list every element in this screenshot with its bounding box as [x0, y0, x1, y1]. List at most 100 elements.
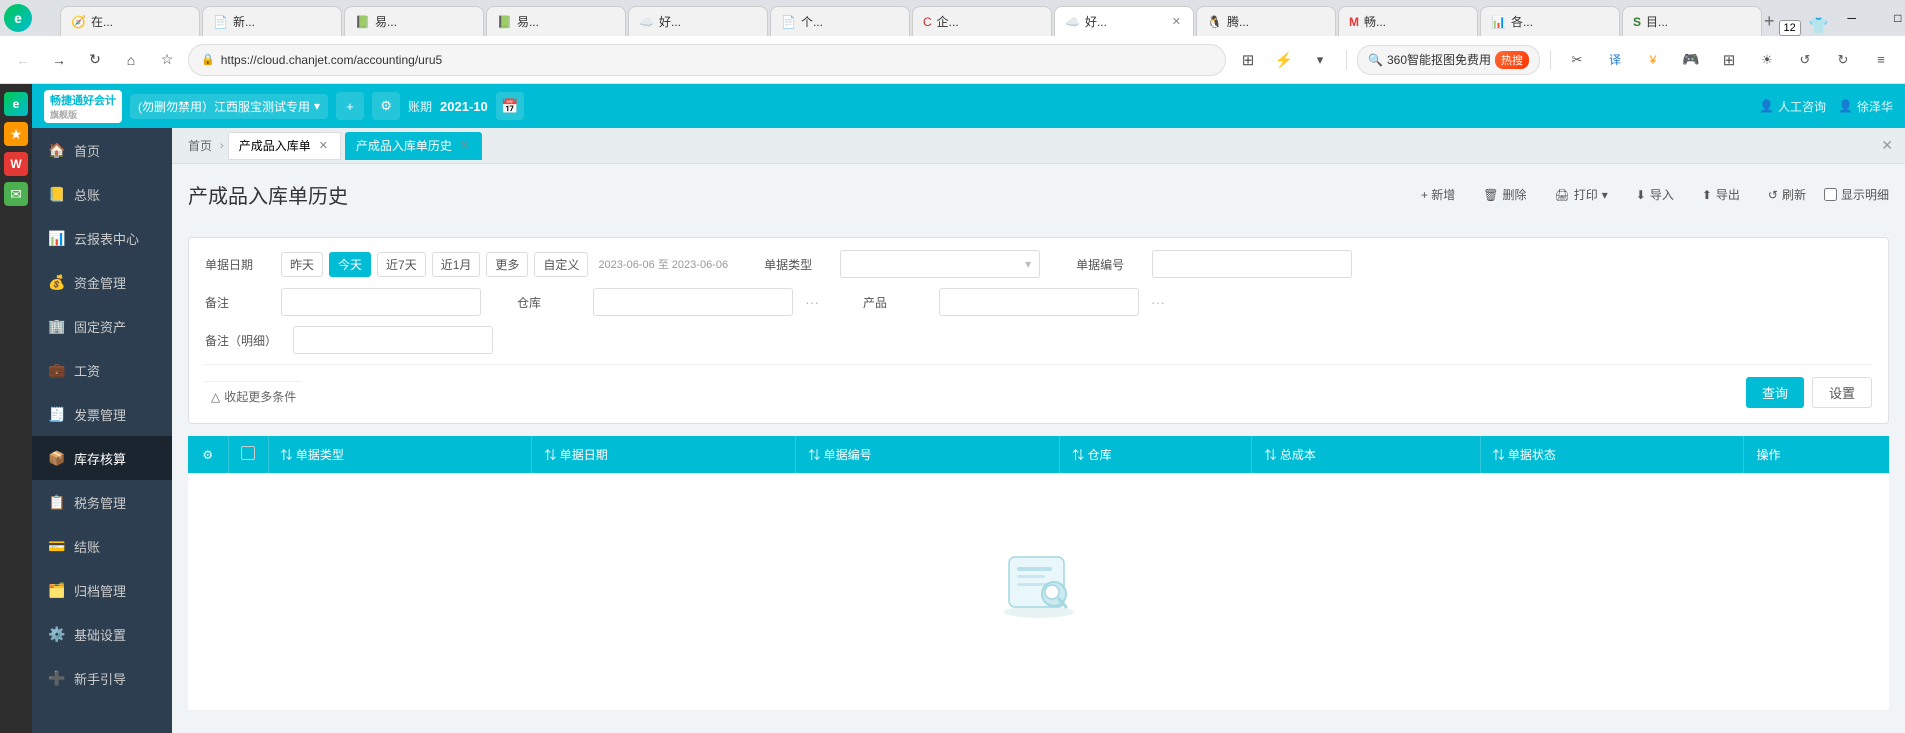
display-checkbox[interactable]: [1824, 188, 1837, 201]
tab-counter[interactable]: 12: [1779, 20, 1801, 36]
more-date-button[interactable]: 更多: [486, 252, 528, 277]
menu-icon[interactable]: ≡: [1865, 44, 1897, 76]
tab-5[interactable]: ☁️ 好...: [628, 6, 768, 36]
search-360[interactable]: 🔍 360智能抠图免费用 热搜: [1357, 45, 1540, 75]
new-tab-button[interactable]: +: [1764, 6, 1775, 36]
tab-history[interactable]: 产成品入库单历史 ✕: [345, 132, 482, 160]
settings-gear-button[interactable]: ⚙: [372, 92, 400, 120]
dropdown-icon[interactable]: ▾: [1304, 44, 1336, 76]
print-button[interactable]: 🖨 打印 ▾: [1544, 182, 1617, 207]
home-nav-button[interactable]: ⌂: [116, 45, 146, 75]
new-button[interactable]: + 新增: [1411, 182, 1465, 207]
yesterday-button[interactable]: 昨天: [281, 252, 323, 277]
delete-button[interactable]: 🗑 删除: [1473, 182, 1536, 207]
product-input[interactable]: [939, 288, 1139, 316]
sidebar-item-funds[interactable]: 💰 资金管理: [32, 260, 172, 304]
gamepad-icon[interactable]: 🎮: [1675, 44, 1707, 76]
col-warehouse[interactable]: ⇅ 仓库: [1060, 436, 1252, 473]
import-button[interactable]: ⬇ 导入: [1626, 182, 1684, 207]
user-avatar[interactable]: 👤 徐泽华: [1838, 98, 1893, 115]
app-icon-chanjet[interactable]: e: [4, 92, 28, 116]
sun-icon[interactable]: ☀: [1751, 44, 1783, 76]
number-input[interactable]: [1152, 250, 1352, 278]
sidebar-item-reports[interactable]: 📊 云报表中心: [32, 216, 172, 260]
tab-12[interactable]: S 目...: [1622, 6, 1762, 36]
date-range-text: 2023-06-06 至 2023-06-06: [598, 256, 728, 272]
custom-date-button[interactable]: 自定义: [534, 252, 588, 277]
1month-button[interactable]: 近1月: [432, 252, 481, 277]
display-toggle[interactable]: 显示明细: [1824, 186, 1889, 203]
col-type[interactable]: ⇅ 单据类型: [268, 436, 532, 473]
col-number[interactable]: ⇅ 单据编号: [796, 436, 1060, 473]
col-date[interactable]: ⇅ 单据日期: [532, 436, 796, 473]
col-settings[interactable]: ⚙: [188, 436, 228, 473]
grid-icon[interactable]: ⊞: [1232, 44, 1264, 76]
tab-10[interactable]: M 畅...: [1338, 6, 1478, 36]
add-company-button[interactable]: +: [336, 92, 364, 120]
company-selector[interactable]: (勿删勿禁用）江西服宝测试专用 ▾: [130, 94, 328, 119]
sidebar-item-home[interactable]: 🏠 首页: [32, 128, 172, 172]
apps-icon[interactable]: ⊞: [1713, 44, 1745, 76]
query-button[interactable]: 查询: [1746, 377, 1804, 408]
filter-settings-button[interactable]: 设置: [1812, 377, 1872, 408]
tab-list[interactable]: 产成品入库单 ✕: [228, 132, 341, 160]
lightning-icon[interactable]: ⚡: [1268, 44, 1300, 76]
yuan-icon[interactable]: ¥: [1637, 44, 1669, 76]
header-checkbox[interactable]: [241, 446, 255, 460]
type-select[interactable]: ▾: [840, 250, 1040, 278]
sidebar-item-base-settings[interactable]: ⚙️ 基础设置: [32, 612, 172, 656]
tab-6[interactable]: 📄 个...: [770, 6, 910, 36]
address-input[interactable]: 🔒 https://cloud.chanjet.com/accounting/u…: [188, 44, 1226, 76]
calendar-button[interactable]: 📅: [496, 92, 524, 120]
tab-1[interactable]: 🧭 在...: [60, 6, 200, 36]
tab-3[interactable]: 📗 易...: [344, 6, 484, 36]
tab-7[interactable]: C 企...: [912, 6, 1052, 36]
breadcrumb-home[interactable]: 首页: [180, 137, 220, 154]
tab-8-close[interactable]: ✕: [1170, 13, 1183, 30]
scissors-icon[interactable]: ✂: [1561, 44, 1593, 76]
sidebar-item-checkout[interactable]: 💳 结账: [32, 524, 172, 568]
product-dots[interactable]: ···: [1143, 294, 1173, 310]
warehouse-dots[interactable]: ···: [797, 294, 827, 310]
app-icon-weibo[interactable]: W: [4, 152, 28, 176]
maximize-button[interactable]: □: [1875, 0, 1905, 36]
sidebar-item-wages[interactable]: 💼 工资: [32, 348, 172, 392]
col-cost[interactable]: ⇅ 总成本: [1252, 436, 1480, 473]
tab-11[interactable]: 📊 各...: [1480, 6, 1620, 36]
warehouse-input[interactable]: [593, 288, 793, 316]
sidebar-item-tax[interactable]: 📋 税务管理: [32, 480, 172, 524]
refresh-button[interactable]: ↺ 刷新: [1758, 182, 1816, 207]
translate-icon[interactable]: 译: [1599, 44, 1631, 76]
today-button[interactable]: 今天: [329, 252, 371, 277]
forward-button[interactable]: →: [44, 45, 74, 75]
close-panel-button[interactable]: ✕: [1877, 133, 1897, 158]
remark-input[interactable]: [281, 288, 481, 316]
redo-icon[interactable]: ↻: [1827, 44, 1859, 76]
detail-remark-input[interactable]: [293, 326, 493, 354]
sidebar-item-assets[interactable]: 🏢 固定资产: [32, 304, 172, 348]
bookmark-button[interactable]: ☆: [152, 45, 182, 75]
tab-8[interactable]: ☁️ 好... ✕: [1054, 6, 1194, 36]
sidebar-item-archive[interactable]: 🗂️ 归档管理: [32, 568, 172, 612]
export-button[interactable]: ⬆ 导出: [1692, 182, 1750, 207]
tab-4[interactable]: 📗 易...: [486, 6, 626, 36]
human-service-button[interactable]: 👤 人工咨询: [1759, 98, 1826, 115]
7days-button[interactable]: 近7天: [377, 252, 426, 277]
refresh-nav-button[interactable]: ↻: [80, 45, 110, 75]
tab-2[interactable]: 📄 新...: [202, 6, 342, 36]
col-status[interactable]: ⇅ 单据状态: [1480, 436, 1744, 473]
sidebar-item-inventory[interactable]: 📦 库存核算: [32, 436, 172, 480]
sidebar-item-invoice[interactable]: 🧾 发票管理: [32, 392, 172, 436]
tab-9[interactable]: 🐧 腾...: [1196, 6, 1336, 36]
app-icon-star[interactable]: ★: [4, 122, 28, 146]
minimize-button[interactable]: ─: [1829, 0, 1875, 36]
tab-list-close[interactable]: ✕: [317, 137, 330, 154]
collapse-button[interactable]: △ 收起更多条件: [205, 381, 302, 411]
tab-history-close[interactable]: ✕: [458, 137, 471, 154]
sidebar-item-newentry[interactable]: ➕ 新手引导: [32, 656, 172, 700]
col-check[interactable]: [228, 436, 268, 473]
undo-icon[interactable]: ↺: [1789, 44, 1821, 76]
back-button[interactable]: ←: [8, 45, 38, 75]
sidebar-item-ledger[interactable]: 📒 总账: [32, 172, 172, 216]
app-icon-mail[interactable]: ✉: [4, 182, 28, 206]
